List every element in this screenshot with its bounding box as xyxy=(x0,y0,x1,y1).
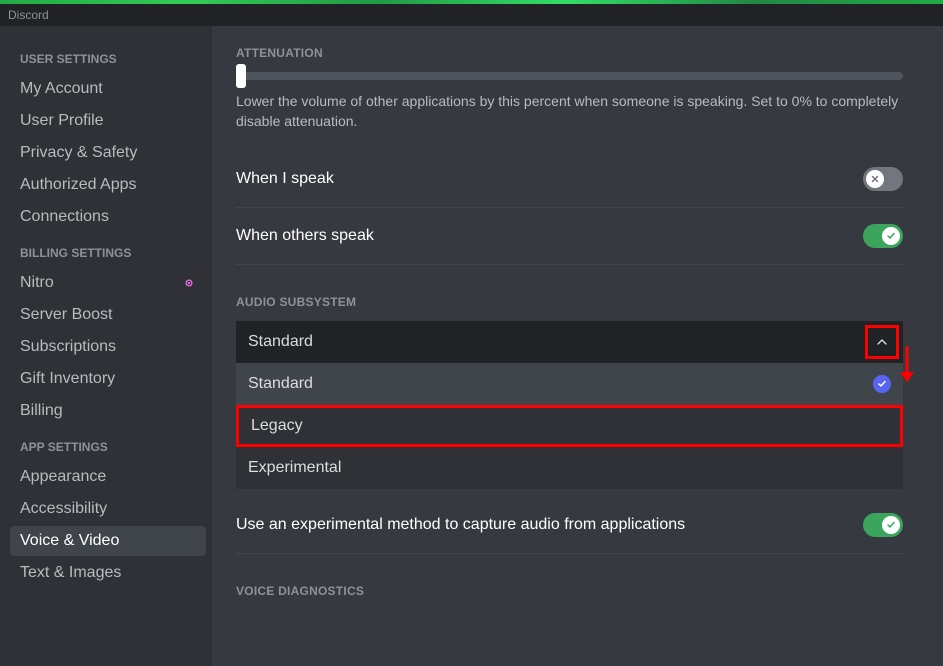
sidebar-item-privacy-safety[interactable]: Privacy & Safety xyxy=(10,138,206,168)
dropdown-option-legacy[interactable]: Legacy xyxy=(236,405,903,447)
sidebar-group-header: APP SETTINGS xyxy=(10,434,206,460)
toggle-label: When others speak xyxy=(236,227,374,245)
sidebar-item-accessibility[interactable]: Accessibility xyxy=(10,494,206,524)
sidebar-item-appearance[interactable]: Appearance xyxy=(10,462,206,492)
sidebar-item-my-account[interactable]: My Account xyxy=(10,74,206,104)
sidebar-item-authorized-apps[interactable]: Authorized Apps xyxy=(10,170,206,200)
audio-subsystem-dropdown: Standard Standard Legacy Experimental xyxy=(236,321,903,489)
sidebar-item-label: Privacy & Safety xyxy=(20,144,137,162)
sidebar-item-label: Accessibility xyxy=(20,500,107,518)
sidebar-item-label: User Profile xyxy=(20,112,104,130)
toggle-when-others-speak[interactable] xyxy=(863,224,903,248)
sidebar-item-billing[interactable]: Billing xyxy=(10,396,206,426)
sidebar-item-label: Subscriptions xyxy=(20,338,116,356)
voice-diagnostics-header: VOICE DIAGNOSTICS xyxy=(236,584,903,598)
sidebar-item-label: Server Boost xyxy=(20,306,112,324)
chevron-up-icon xyxy=(874,334,890,350)
app-name: Discord xyxy=(8,8,49,22)
sidebar-item-gift-inventory[interactable]: Gift Inventory xyxy=(10,364,206,394)
dropdown-option-label: Standard xyxy=(248,375,313,393)
sidebar-item-label: Voice & Video xyxy=(20,532,119,550)
dropdown-option-standard[interactable]: Standard xyxy=(236,363,903,405)
nitro-badge-icon xyxy=(182,276,196,290)
sidebar-item-label: Connections xyxy=(20,208,109,226)
selected-check-icon xyxy=(873,375,891,393)
sidebar-item-label: Nitro xyxy=(20,274,54,292)
dropdown-option-label: Experimental xyxy=(248,459,341,477)
dropdown-option-label: Legacy xyxy=(251,417,303,435)
sidebar-item-label: Authorized Apps xyxy=(20,176,137,194)
toggle-row-when-others-speak: When others speak xyxy=(236,208,903,265)
sidebar-item-label: Appearance xyxy=(20,468,106,486)
settings-main: ATTENUATION Lower the volume of other ap… xyxy=(212,26,943,666)
titlebar: Discord xyxy=(0,4,943,26)
attenuation-helper: Lower the volume of other applications b… xyxy=(236,92,903,131)
dropdown-option-experimental[interactable]: Experimental xyxy=(236,447,903,489)
sidebar-item-user-profile[interactable]: User Profile xyxy=(10,106,206,136)
toggle-label: Use an experimental method to capture au… xyxy=(236,516,685,534)
sidebar-item-text-images[interactable]: Text & Images xyxy=(10,558,206,588)
toggle-row-when-i-speak: When I speak xyxy=(236,151,903,208)
sidebar-item-label: Billing xyxy=(20,402,63,420)
annotation-red-arrow xyxy=(897,344,917,384)
sidebar-item-label: Gift Inventory xyxy=(20,370,115,388)
x-icon xyxy=(870,174,880,184)
toggle-when-i-speak[interactable] xyxy=(863,167,903,191)
sidebar-group-header: USER SETTINGS xyxy=(10,46,206,72)
sidebar-item-connections[interactable]: Connections xyxy=(10,202,206,232)
sidebar-item-voice-video[interactable]: Voice & Video xyxy=(10,526,206,556)
sidebar-item-label: My Account xyxy=(20,80,103,98)
toggle-experimental-capture[interactable] xyxy=(863,513,903,537)
attenuation-slider[interactable] xyxy=(236,72,903,80)
dropdown-options-list: Standard Legacy Experimental xyxy=(236,363,903,489)
toggle-label: When I speak xyxy=(236,170,334,188)
sidebar-item-nitro[interactable]: Nitro xyxy=(10,268,206,298)
dropdown-selected[interactable]: Standard xyxy=(236,321,903,363)
check-icon xyxy=(886,231,896,241)
sidebar-item-label: Text & Images xyxy=(20,564,121,582)
audio-subsystem-header: AUDIO SUBSYSTEM xyxy=(236,295,903,309)
sidebar-item-server-boost[interactable]: Server Boost xyxy=(10,300,206,330)
toggle-row-experimental-capture: Use an experimental method to capture au… xyxy=(236,497,903,554)
settings-sidebar: USER SETTINGS My Account User Profile Priva… xyxy=(0,26,212,666)
sidebar-item-subscriptions[interactable]: Subscriptions xyxy=(10,332,206,362)
attenuation-header: ATTENUATION xyxy=(236,46,903,60)
dropdown-selected-label: Standard xyxy=(248,333,313,351)
check-icon xyxy=(886,520,896,530)
sidebar-group-header: BILLING SETTINGS xyxy=(10,240,206,266)
annotation-red-box-chevron xyxy=(865,325,899,359)
slider-thumb[interactable] xyxy=(236,64,246,88)
